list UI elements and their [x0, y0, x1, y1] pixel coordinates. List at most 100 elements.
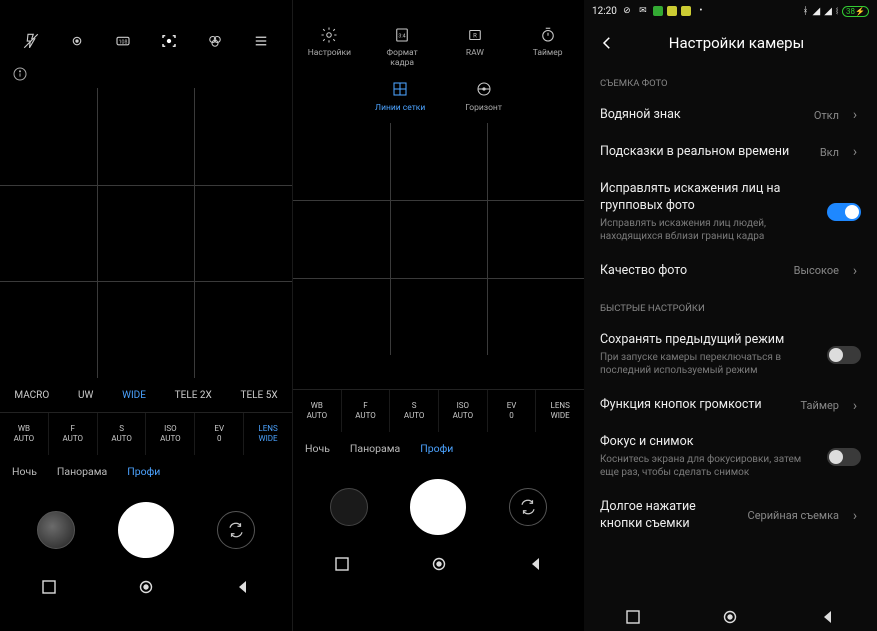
- param-s[interactable]: SAUTO: [390, 390, 439, 432]
- param-f[interactable]: FAUTO: [49, 413, 98, 455]
- camera-viewfinder[interactable]: [293, 123, 584, 355]
- nav-home-icon[interactable]: [138, 579, 154, 595]
- row-hints[interactable]: Подсказки в реальном времени Вкл ›: [584, 134, 877, 171]
- zoom-tele5x[interactable]: TELE 5X: [241, 390, 278, 401]
- row-volbtn[interactable]: Функция кнопок громкости Таймер ›: [584, 387, 877, 424]
- hdr-icon[interactable]: [66, 30, 88, 52]
- app-icon: [667, 6, 677, 16]
- nav-home-icon[interactable]: [722, 609, 738, 625]
- quick-raw[interactable]: R RAW: [449, 26, 501, 68]
- row-tapfocus[interactable]: Фокус и снимок Коснитесь экрана для фоку…: [584, 424, 877, 489]
- nav-recents-icon[interactable]: [41, 579, 57, 595]
- zoom-macro[interactable]: MACRO: [14, 390, 49, 401]
- mode-panorama[interactable]: Панорама: [350, 442, 400, 455]
- info-button[interactable]: [0, 60, 292, 88]
- status-bar: 12:20 ⊘ ✉ • ᚼ ◢ ◢ ⧙ 38⚡: [584, 0, 877, 22]
- param-wb[interactable]: WBAUTO: [293, 390, 342, 432]
- menu-icon[interactable]: [250, 30, 272, 52]
- param-f[interactable]: FAUTO: [342, 390, 391, 432]
- filter-icon[interactable]: [204, 30, 226, 52]
- param-iso[interactable]: ISOAUTO: [146, 413, 195, 455]
- param-iso[interactable]: ISOAUTO: [439, 390, 488, 432]
- signal-icon: ◢: [824, 6, 832, 17]
- section-photo: СЪЕМКА ФОТО: [584, 64, 877, 97]
- flash-icon[interactable]: [20, 30, 42, 52]
- zoom-selector: MACRO UW WIDE TELE 2X TELE 5X: [0, 378, 292, 412]
- mode-night[interactable]: Ночь: [12, 465, 37, 478]
- pro-params-row: WBAUTO FAUTO SAUTO ISOAUTO EV0 LENSWIDE: [0, 413, 292, 455]
- back-button[interactable]: [598, 34, 616, 52]
- switch-camera-button[interactable]: [217, 511, 255, 549]
- svg-text:R: R: [473, 32, 477, 39]
- quick-options-row: Настройки 3:4 Формат кадра R RAW Таймер: [293, 22, 584, 68]
- nav-recents-icon[interactable]: [625, 609, 641, 625]
- shutter-button[interactable]: [410, 479, 466, 535]
- mode-night[interactable]: Ночь: [305, 442, 330, 455]
- switch-camera-button[interactable]: [509, 488, 547, 526]
- signal-icon: ◢: [813, 6, 821, 17]
- nav-home-icon[interactable]: [431, 556, 447, 572]
- nav-back-icon[interactable]: [528, 556, 544, 572]
- row-quality[interactable]: Качество фото Высокое ›: [584, 253, 877, 290]
- chevron-right-icon: ›: [849, 508, 861, 524]
- android-navbar: [0, 573, 292, 601]
- shutter-button[interactable]: [118, 502, 174, 558]
- resolution-icon[interactable]: 108: [112, 30, 134, 52]
- focus-icon[interactable]: [158, 30, 180, 52]
- android-navbar: [293, 550, 584, 578]
- nav-back-icon[interactable]: [235, 579, 251, 595]
- more-icon: •: [695, 5, 707, 17]
- param-s[interactable]: SAUTO: [98, 413, 147, 455]
- chevron-right-icon: ›: [849, 263, 861, 279]
- zoom-uw[interactable]: UW: [78, 390, 93, 401]
- wifi-icon: ⧙: [836, 6, 838, 17]
- row-watermark[interactable]: Водяной знак Откл ›: [584, 97, 877, 134]
- gallery-thumbnail[interactable]: [37, 511, 75, 549]
- param-lens[interactable]: LENSWIDE: [536, 390, 584, 432]
- quick-settings[interactable]: Настройки: [303, 26, 355, 68]
- camera-top-toolbar: 108: [0, 22, 292, 60]
- row-longpress[interactable]: Долгое нажатие кнопки съемки Серийная съ…: [584, 489, 877, 543]
- toggle-prevmode[interactable]: [827, 346, 861, 364]
- mail-icon: ✉: [637, 5, 649, 17]
- shutter-row: [293, 464, 584, 550]
- camera-viewfinder[interactable]: [0, 88, 292, 378]
- chevron-right-icon: ›: [849, 144, 861, 160]
- mode-pro[interactable]: Профи: [420, 442, 453, 455]
- shutter-row: [0, 487, 292, 573]
- quick-aspect[interactable]: 3:4 Формат кадра: [376, 26, 428, 68]
- param-ev[interactable]: EV0: [195, 413, 244, 455]
- app-icon: [681, 6, 691, 16]
- bluetooth-icon: ᚼ: [803, 6, 809, 17]
- toggle-facefix[interactable]: [827, 203, 861, 221]
- camera-mode-selector[interactable]: Ночь Панорама Профи: [0, 455, 292, 487]
- battery-icon: 38⚡: [842, 6, 869, 17]
- zoom-tele2x[interactable]: TELE 2X: [175, 390, 212, 401]
- nav-back-icon[interactable]: [820, 609, 836, 625]
- horizon-option[interactable]: Горизонт: [465, 80, 502, 113]
- param-wb[interactable]: WBAUTO: [0, 413, 49, 455]
- camera-settings-panel: 12:20 ⊘ ✉ • ᚼ ◢ ◢ ⧙ 38⚡ Настройки камеры…: [584, 0, 877, 631]
- camera-pro-panel-1: 108 MACRO UW WIDE TELE 2X TELE 5X WBAUTO…: [0, 0, 292, 631]
- nav-recents-icon[interactable]: [334, 556, 350, 572]
- android-navbar: [584, 603, 877, 631]
- row-prevmode[interactable]: Сохранять предыдущий режим При запуске к…: [584, 322, 877, 387]
- param-ev[interactable]: EV0: [488, 390, 537, 432]
- quick-timer[interactable]: Таймер: [522, 26, 574, 68]
- pro-params-row: WBAUTO FAUTO SAUTO ISOAUTO EV0 LENSWIDE: [293, 390, 584, 432]
- gallery-thumbnail[interactable]: [330, 488, 368, 526]
- toggle-tapfocus[interactable]: [827, 448, 861, 466]
- mode-pro[interactable]: Профи: [127, 465, 160, 478]
- gridlines-option[interactable]: Линии сетки: [375, 80, 425, 113]
- svg-text:108: 108: [119, 39, 128, 45]
- camera-mode-selector[interactable]: Ночь Панорама Профи: [293, 432, 584, 464]
- status-time: 12:20: [592, 6, 617, 17]
- chevron-right-icon: ›: [849, 107, 861, 123]
- gridline-options: Линии сетки Горизонт: [293, 68, 584, 123]
- settings-title: Настройки камеры: [628, 34, 845, 52]
- param-lens[interactable]: LENSWIDE: [244, 413, 292, 455]
- chevron-right-icon: ›: [849, 398, 861, 414]
- zoom-wide[interactable]: WIDE: [122, 390, 146, 401]
- row-facefix[interactable]: Исправлять искажения лиц на групповых фо…: [584, 171, 877, 253]
- mode-panorama[interactable]: Панорама: [57, 465, 107, 478]
